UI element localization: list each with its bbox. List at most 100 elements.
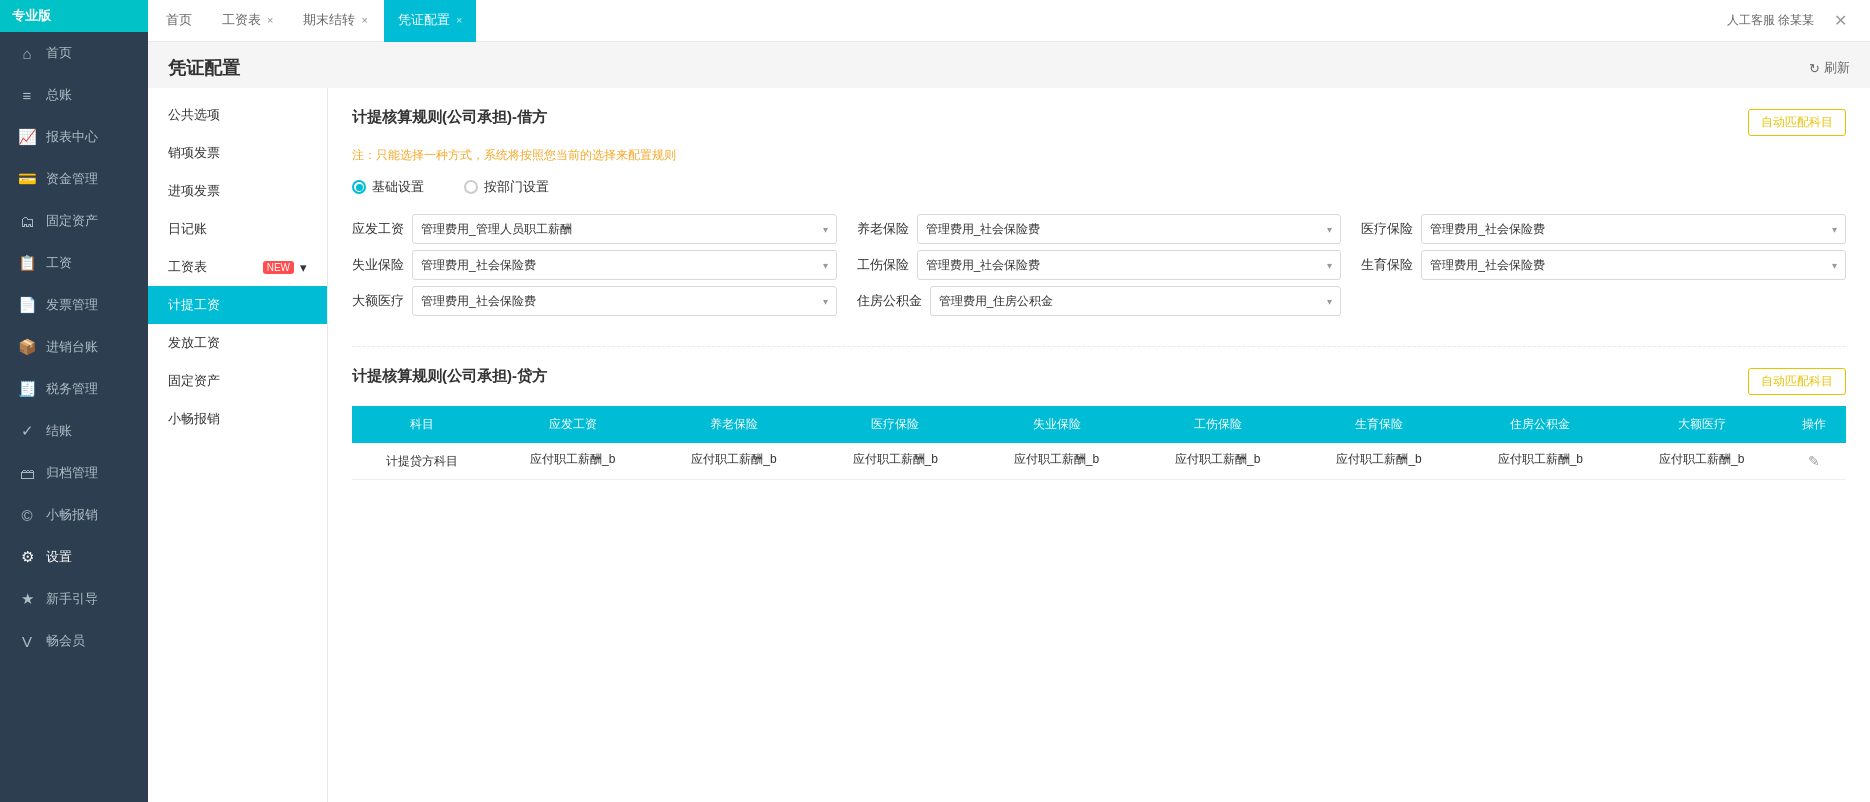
- left-nav-salary-table[interactable]: 工资表 NEW ▾: [148, 248, 327, 286]
- fixed-assets-icon: 🗂: [18, 213, 36, 230]
- sidebar-item-archive-management[interactable]: 🗃 归档管理: [0, 452, 148, 494]
- salary-table-badge: NEW: [263, 261, 294, 274]
- tab-voucher-config-close[interactable]: ×: [456, 14, 462, 26]
- left-nav-diary[interactable]: 日记账: [148, 210, 327, 248]
- radio-dept-setting[interactable]: 按部门设置: [464, 178, 549, 196]
- radio-basic-setting[interactable]: 基础设置: [352, 178, 424, 196]
- ledger-icon: ≡: [18, 87, 36, 104]
- window-close-button[interactable]: ✕: [1826, 7, 1854, 35]
- col-housing-fund: 住房公积金: [1460, 406, 1621, 443]
- table-row: 计提贷方科目 应付职工薪酬_b 应付职工薪酬_b 应付职工薪酬_b 应付职工薪酬…: [352, 443, 1846, 480]
- left-nav-pay-salary[interactable]: 发放工资: [148, 324, 327, 362]
- tab-period-close-close[interactable]: ×: [361, 14, 367, 26]
- left-nav: 公共选项 销项发票 进项发票 日记账 工资表 NEW ▾ 计提工资: [148, 88, 328, 802]
- sidebar-item-new-guide[interactable]: ★ 新手引导: [0, 578, 148, 620]
- form-item-payroll: 应发工资 管理费用_管理人员职工薪酬 ▾: [352, 214, 837, 244]
- sidebar-item-fixed-assets[interactable]: 🗂 固定资产: [0, 200, 148, 242]
- sidebar-item-salary[interactable]: 📋 工资: [0, 242, 148, 284]
- label-medical: 医疗保险: [1361, 220, 1413, 238]
- section2-header: 计提核算规则(公司承担)-贷方 自动匹配科目: [352, 367, 1846, 396]
- tab-salary-table-close[interactable]: ×: [267, 14, 273, 26]
- cell-payroll: 应付职工薪酬_b: [492, 443, 653, 480]
- select-medical-value: 管理费用_社会保险费: [1430, 221, 1545, 238]
- refresh-label: 刷新: [1824, 59, 1850, 77]
- cell-pension-value: 应付职工薪酬_b: [691, 451, 776, 468]
- select-housing-fund-value: 管理费用_住房公积金: [939, 293, 1054, 310]
- sidebar-label-general-ledger: 总账: [46, 86, 72, 104]
- sidebar-item-small-smooth-expense[interactable]: © 小畅报销: [0, 494, 148, 536]
- label-major-medical: 大额医疗: [352, 292, 404, 310]
- section1-title: 计提核算规则(公司承担)-借方: [352, 108, 547, 127]
- fund-icon: 💳: [18, 170, 36, 188]
- col-action: 操作: [1782, 406, 1846, 443]
- auto-match-credit-button[interactable]: 自动匹配科目: [1748, 368, 1846, 395]
- purchase-icon: 📦: [18, 338, 36, 356]
- sidebar-item-settings[interactable]: ⚙ 设置: [0, 536, 148, 578]
- content-layout: 公共选项 销项发票 进项发票 日记账 工资表 NEW ▾ 计提工资: [148, 88, 1870, 802]
- sidebar-item-home[interactable]: ⌂ 首页: [0, 32, 148, 74]
- cell-medical: 应付职工薪酬_b: [815, 443, 976, 480]
- form-row-3: 大额医疗 管理费用_社会保险费 ▾ 住房公积金 管理费用_住房公积金 ▾: [352, 286, 1846, 316]
- chevron-down-icon-7: ▾: [823, 296, 828, 307]
- left-nav-cancel-invoice[interactable]: 销项发票: [148, 134, 327, 172]
- select-housing-fund[interactable]: 管理费用_住房公积金 ▾: [930, 286, 1342, 316]
- auto-match-debit-button[interactable]: 自动匹配科目: [1748, 109, 1846, 136]
- home-icon: ⌂: [18, 45, 36, 62]
- tab-home[interactable]: 首页: [152, 0, 206, 42]
- main-content: 计提核算规则(公司承担)-借方 自动匹配科目 注：只能选择一种方式，系统将按照您…: [328, 88, 1870, 802]
- select-pension[interactable]: 管理费用_社会保险费 ▾: [917, 214, 1342, 244]
- expand-icon: ▾: [300, 260, 307, 275]
- sidebar-item-purchase-sales[interactable]: 📦 进销台账: [0, 326, 148, 368]
- credit-table-body: 计提贷方科目 应付职工薪酬_b 应付职工薪酬_b 应付职工薪酬_b 应付职工薪酬…: [352, 443, 1846, 480]
- left-nav-small-smooth[interactable]: 小畅报销: [148, 400, 327, 438]
- form-item-unemployment: 失业保险 管理费用_社会保险费 ▾: [352, 250, 837, 280]
- page-title: 凭证配置: [168, 56, 240, 80]
- form-item-maternity: 生育保险 管理费用_社会保险费 ▾: [1361, 250, 1846, 280]
- form-item-major-medical: 大额医疗 管理费用_社会保险费 ▾: [352, 286, 837, 316]
- edit-icon[interactable]: ✎: [1808, 453, 1820, 469]
- invoice-icon: 📄: [18, 296, 36, 314]
- sidebar-item-general-ledger[interactable]: ≡ 总账: [0, 74, 148, 116]
- page-header: 凭证配置 ↻ 刷新: [148, 42, 1870, 88]
- vip-icon: V: [18, 633, 36, 650]
- sidebar-item-settlement[interactable]: ✓ 结账: [0, 410, 148, 452]
- sidebar-item-report-center[interactable]: 📈 报表中心: [0, 116, 148, 158]
- sidebar-label-fund-management: 资金管理: [46, 170, 98, 188]
- form-item-medical: 医疗保险 管理费用_社会保险费 ▾: [1361, 214, 1846, 244]
- archive-icon: 🗃: [18, 465, 36, 482]
- tab-period-close[interactable]: 期末结转 ×: [289, 0, 381, 42]
- sidebar-label-settings: 设置: [46, 548, 72, 566]
- cell-housing-fund-value: 应付职工薪酬_b: [1498, 451, 1583, 468]
- sidebar-item-invoice-management[interactable]: 📄 发票管理: [0, 284, 148, 326]
- label-injury: 工伤保险: [857, 256, 909, 274]
- select-injury-value: 管理费用_社会保险费: [926, 257, 1041, 274]
- tab-voucher-config[interactable]: 凭证配置 ×: [384, 0, 476, 42]
- radio-dept-label: 按部门设置: [484, 178, 549, 196]
- main-area: 首页 工资表 × 期末结转 × 凭证配置 × 人工客服 徐某某 ✕ 凭证配置 ↻…: [148, 0, 1870, 802]
- left-nav-fixed-assets[interactable]: 固定资产: [148, 362, 327, 400]
- settings-icon: ⚙: [18, 548, 36, 566]
- sidebar-label-new-guide: 新手引导: [46, 590, 98, 608]
- select-payroll[interactable]: 管理费用_管理人员职工薪酬 ▾: [412, 214, 837, 244]
- tab-home-label: 首页: [166, 11, 192, 29]
- section-debit: 计提核算规则(公司承担)-借方 自动匹配科目 注：只能选择一种方式，系统将按照您…: [352, 108, 1846, 316]
- select-injury[interactable]: 管理费用_社会保险费 ▾: [917, 250, 1342, 280]
- sidebar-item-vip[interactable]: V 畅会员: [0, 620, 148, 662]
- left-nav-input-invoice[interactable]: 进项发票: [148, 172, 327, 210]
- select-medical[interactable]: 管理费用_社会保险费 ▾: [1421, 214, 1846, 244]
- sidebar-item-tax-management[interactable]: 🧾 税务管理: [0, 368, 148, 410]
- left-nav-calc-salary[interactable]: 计提工资: [148, 286, 327, 324]
- col-pension: 养老保险: [653, 406, 814, 443]
- select-major-medical[interactable]: 管理费用_社会保险费 ▾: [412, 286, 837, 316]
- section-divider: [352, 346, 1846, 347]
- select-unemployment[interactable]: 管理费用_社会保险费 ▾: [412, 250, 837, 280]
- left-nav-public-options[interactable]: 公共选项: [148, 96, 327, 134]
- report-icon: 📈: [18, 128, 36, 146]
- refresh-button[interactable]: ↻ 刷新: [1809, 59, 1850, 77]
- cell-subject: 计提贷方科目: [352, 443, 492, 480]
- select-maternity-value: 管理费用_社会保险费: [1430, 257, 1545, 274]
- select-maternity[interactable]: 管理费用_社会保险费 ▾: [1421, 250, 1846, 280]
- sidebar-item-fund-management[interactable]: 💳 资金管理: [0, 158, 148, 200]
- cell-major-medical-value: 应付职工薪酬_b: [1659, 451, 1744, 468]
- tab-salary-table[interactable]: 工资表 ×: [208, 0, 287, 42]
